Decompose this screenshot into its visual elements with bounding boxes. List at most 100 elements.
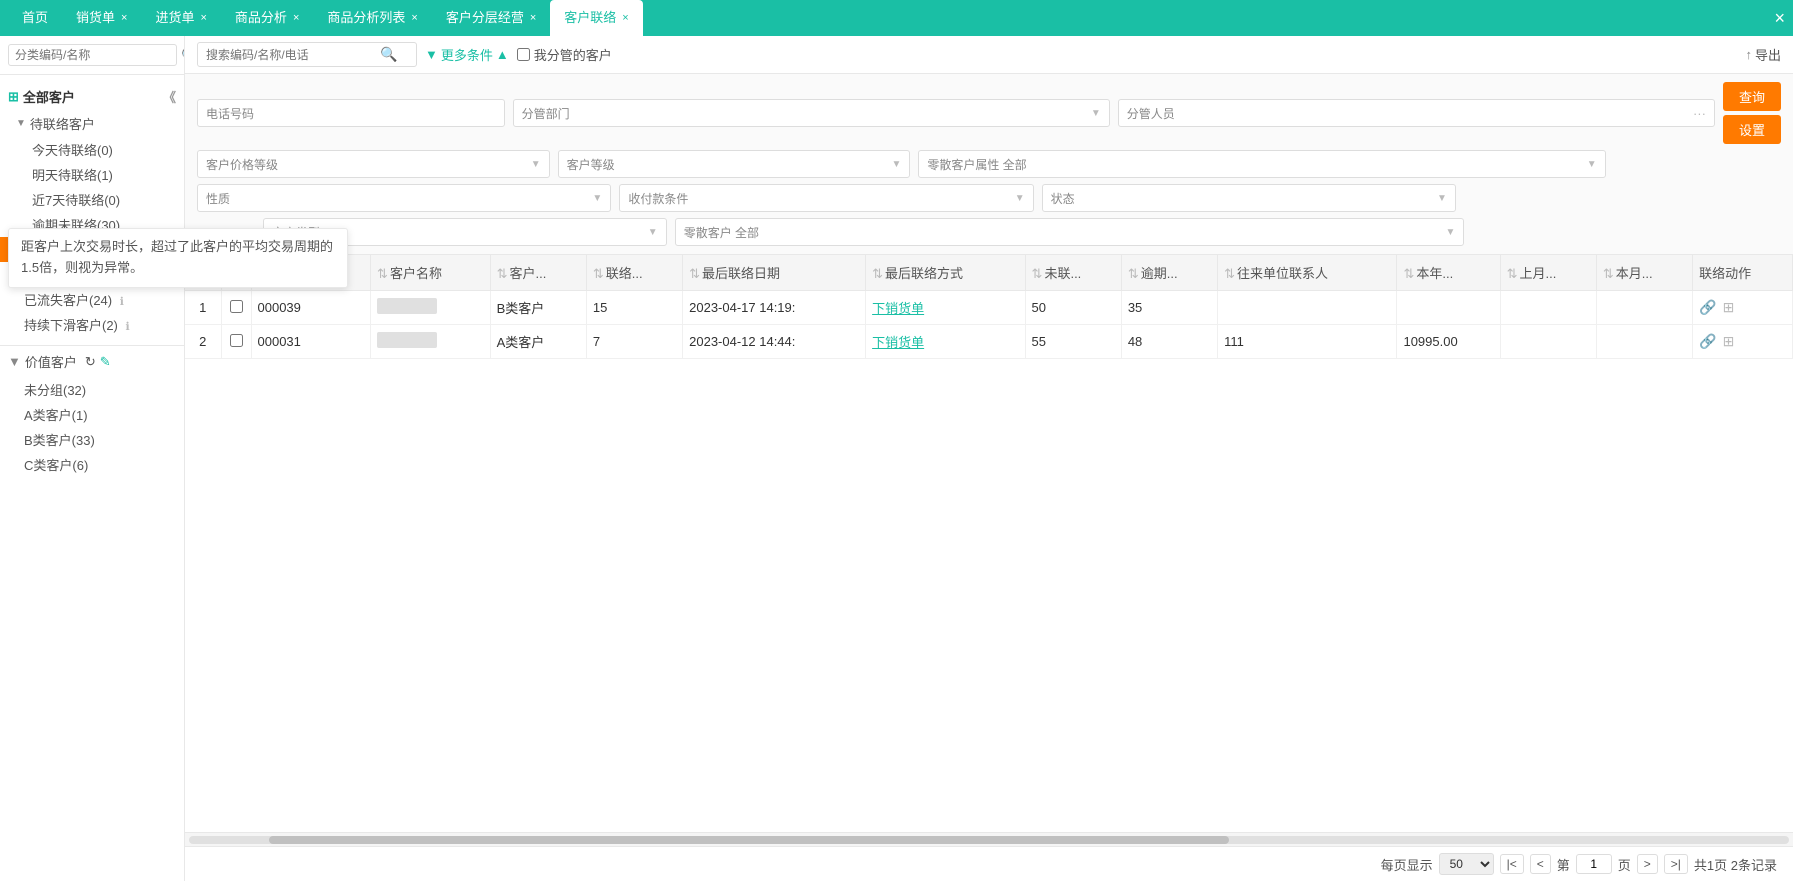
row2-grid-icon[interactable]: ⊞ [1723, 333, 1735, 350]
filter-retail-attr[interactable]: 零散客户属性 全部 ▼ [918, 150, 1605, 178]
my-customer-filter: 我分管的客户 [517, 45, 612, 64]
row2-index: 2 [185, 325, 221, 359]
customer-grade-arrow-icon: ▼ [891, 159, 901, 170]
row1-select-checkbox[interactable] [230, 300, 243, 313]
row2-this-year: 10995.00 [1397, 325, 1500, 359]
col-last-month: ⇅上月... [1500, 255, 1596, 291]
nav-analysis[interactable]: 商品分析 × [221, 0, 313, 36]
sidebar-search-input[interactable] [8, 44, 177, 66]
row2-last-way-link[interactable]: 下销货单 [872, 335, 924, 350]
row1-this-year [1397, 291, 1500, 325]
row1-index: 1 [185, 291, 221, 325]
sidebar-item-unclassified[interactable]: 未分组(32) [0, 377, 184, 402]
filter-row-2: 客户价格等级 ▼ 客户等级 ▼ 零散客户属性 全部 ▼ [197, 150, 1781, 178]
close-analysis-list-icon[interactable]: × [411, 0, 417, 36]
filter-manager[interactable]: 分管人员 ··· [1118, 99, 1715, 127]
nav-customer-tier[interactable]: 客户分层经营 × [432, 0, 550, 36]
row2-overdue: 48 [1121, 325, 1217, 359]
sidebar-refresh-icon[interactable]: ↻ [85, 354, 96, 370]
filter-customer-grade[interactable]: 客户等级 ▼ [558, 150, 911, 178]
sidebar-item-churned[interactable]: 已流失客户(24) ℹ [0, 287, 184, 312]
filter-phone[interactable]: 电话号码 [197, 99, 505, 127]
nav-analysis-list[interactable]: 商品分析列表 × [313, 0, 431, 36]
row2-this-month [1596, 325, 1692, 359]
nature-arrow-icon: ▼ [592, 193, 602, 204]
filter-price-grade[interactable]: 客户价格等级 ▼ [197, 150, 550, 178]
sidebar-item-a-class[interactable]: A类客户(1) [0, 402, 184, 427]
row1-action-btns: 🔗 ⊞ [1699, 299, 1786, 316]
close-customer-tier-icon[interactable]: × [530, 0, 536, 36]
row2-actions: 🔗 ⊞ [1693, 325, 1793, 359]
export-btn[interactable]: ↑ 导出 [1745, 45, 1781, 64]
main-search-input[interactable] [206, 48, 376, 62]
filter-icon: ▼ [425, 47, 438, 62]
row1-last-way: 下销货单 [866, 291, 1025, 325]
filter-department[interactable]: 分管部门 ▼ [513, 99, 1110, 127]
advanced-filter: 电话号码 分管部门 ▼ 分管人员 ··· 查询 设置 客户价格等级 [185, 74, 1793, 255]
sidebar-group-pending: ▼ 待联络客户 今天待联络(0) 明天待联络(1) 近7天待联络(0) 逾期未联… [0, 110, 184, 237]
close-analysis-icon[interactable]: × [293, 0, 299, 36]
my-customer-checkbox[interactable] [517, 48, 530, 61]
scroll-track[interactable] [189, 836, 1789, 844]
row1-last-date: 2023-04-17 14:19: [683, 291, 866, 325]
close-sales-icon[interactable]: × [121, 0, 127, 36]
tooltip-popup: 距客户上次交易时长，超过了此客户的平均交易周期的1.5倍，则视为异常。 [8, 228, 184, 288]
close-purchase-icon[interactable]: × [200, 0, 206, 36]
row1-this-month [1596, 291, 1692, 325]
search-box: 🔍 [197, 42, 417, 67]
close-customer-contact-icon[interactable]: × [622, 0, 628, 36]
last-page-btn[interactable]: >| [1664, 854, 1688, 874]
row2-uncontacted: 55 [1025, 325, 1121, 359]
sidebar-edit-icon[interactable]: ✎ [100, 354, 111, 370]
sidebar-item-7days[interactable]: 近7天待联络(0) [8, 187, 184, 212]
col-customer-name: ⇅客户名称 [371, 255, 491, 291]
sidebar-all-customers[interactable]: ⊞ 全部客户 《 [0, 83, 184, 110]
sidebar-item-c-class[interactable]: C类客户(6) [0, 452, 184, 477]
next-page-btn[interactable]: > [1637, 854, 1658, 874]
row1-link-icon[interactable]: 🔗 [1699, 299, 1716, 316]
collapse-icon[interactable]: 《 [163, 87, 176, 106]
row1-type: B类客户 [490, 291, 586, 325]
horizontal-scrollbar[interactable] [185, 832, 1793, 846]
nav-sales[interactable]: 销货单 × [62, 0, 141, 36]
query-btn[interactable]: 查询 [1723, 82, 1781, 111]
per-page-label: 每页显示 [1381, 855, 1433, 874]
per-page-select[interactable]: 50 100 200 [1439, 853, 1494, 875]
main-search-icon[interactable]: 🔍 [380, 46, 397, 63]
prev-page-btn[interactable]: < [1530, 854, 1551, 874]
col-this-year: ⇅本年... [1397, 255, 1500, 291]
row2-link-icon[interactable]: 🔗 [1699, 333, 1716, 350]
page-label: 第 [1557, 855, 1570, 874]
dept-arrow-icon: ▼ [1091, 108, 1101, 119]
filter-row-4: ... 客户类型 ▼ 零散客户 全部 ▼ [197, 218, 1781, 246]
sidebar-item-tomorrow[interactable]: 明天待联络(1) [8, 162, 184, 187]
row2-code: 000031 [251, 325, 371, 359]
close-all-tabs-icon[interactable]: × [1774, 8, 1785, 29]
more-conditions-btn[interactable]: ▼ 更多条件 ▲ [425, 45, 509, 64]
row1-last-way-link[interactable]: 下销货单 [872, 301, 924, 316]
sidebar-item-today[interactable]: 今天待联络(0) [8, 137, 184, 162]
page-input[interactable] [1576, 854, 1612, 874]
row1-uncontacted: 50 [1025, 291, 1121, 325]
filter-status[interactable]: 状态 ▼ [1042, 184, 1456, 212]
retail-customer-arrow-icon: ▼ [1445, 227, 1455, 238]
filter-retail-customer[interactable]: 零散客户 全部 ▼ [675, 218, 1465, 246]
settings-btn[interactable]: 设置 [1723, 115, 1781, 144]
pagination-bar: 每页显示 50 100 200 |< < 第 页 > >| 共1页 2条记录 [185, 846, 1793, 881]
filter-row-1: 电话号码 分管部门 ▼ 分管人员 ··· 查询 设置 [197, 82, 1781, 144]
row2-select-checkbox[interactable] [230, 334, 243, 347]
export-icon: ↑ [1745, 47, 1752, 62]
col-overdue: ⇅逾期... [1121, 255, 1217, 291]
sidebar-group-pending-header[interactable]: ▼ 待联络客户 [8, 110, 184, 137]
nav-purchase[interactable]: 进货单 × [141, 0, 220, 36]
total-label: 共1页 2条记录 [1694, 855, 1777, 874]
sidebar-item-b-class[interactable]: B类客户(33) [0, 427, 184, 452]
filter-nature[interactable]: 性质 ▼ [197, 184, 611, 212]
scroll-thumb[interactable] [269, 836, 1229, 844]
row1-grid-icon[interactable]: ⊞ [1723, 299, 1735, 316]
filter-payment[interactable]: 收付款条件 ▼ [619, 184, 1033, 212]
sidebar-item-declining[interactable]: 持续下滑客户(2) ℹ [0, 312, 184, 337]
nav-customer-contact[interactable]: 客户联络 × [550, 0, 642, 36]
nav-home[interactable]: 首页 [8, 0, 62, 36]
first-page-btn[interactable]: |< [1500, 854, 1524, 874]
